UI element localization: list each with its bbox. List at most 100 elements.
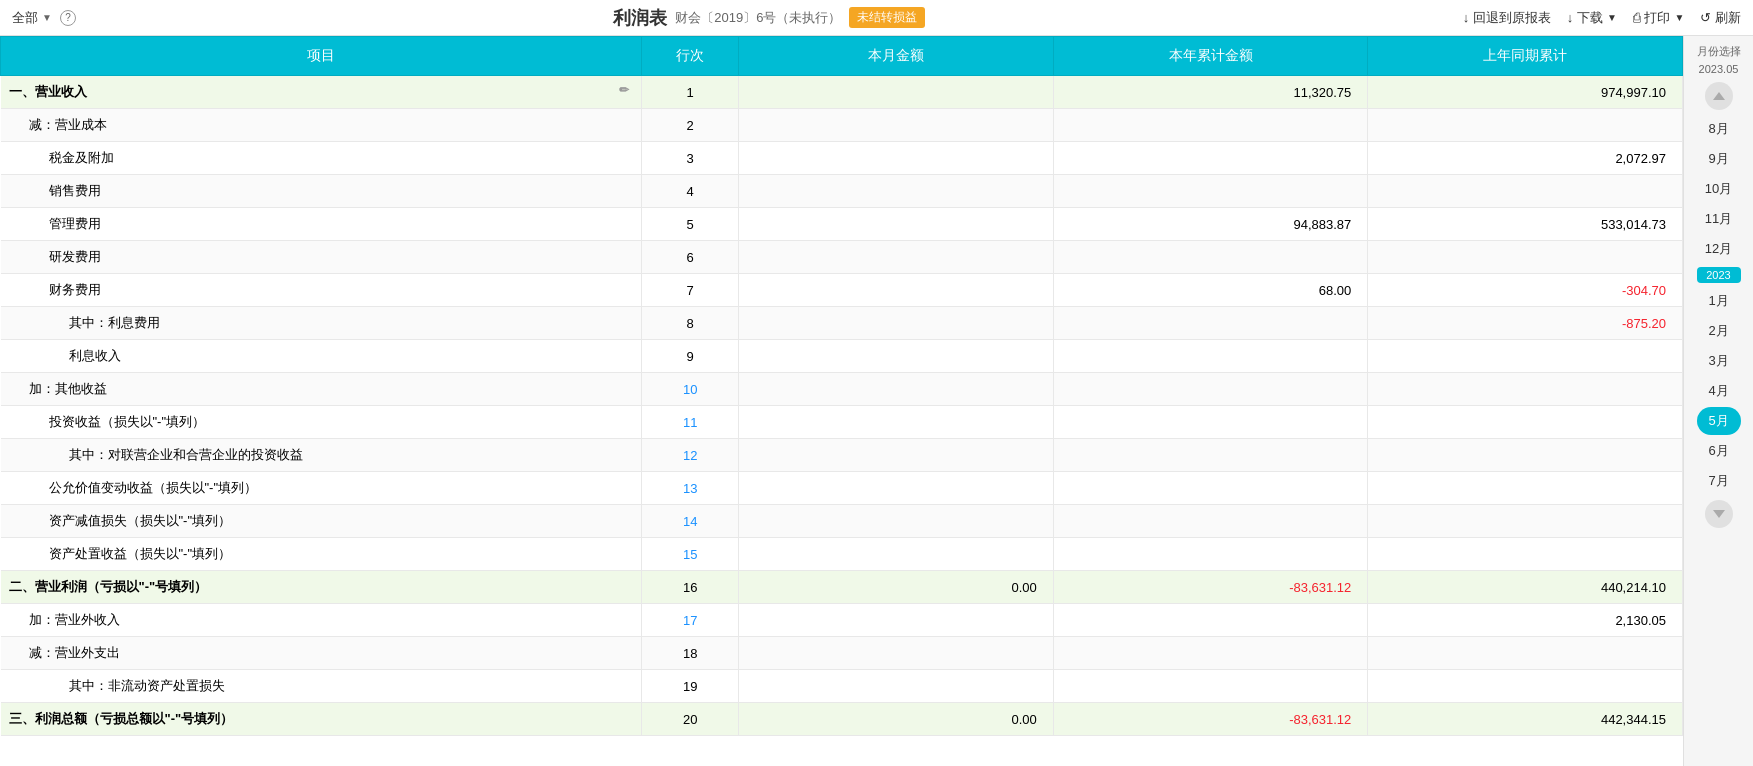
cell-ytd [1053, 505, 1368, 538]
cell-item: 管理费用 [1, 208, 642, 241]
table-row: 投资收益（损失以"-"填列）11 [1, 406, 1683, 439]
cell-ytd [1053, 175, 1368, 208]
cell-item: 公允价值变动收益（损失以"-"填列） [1, 472, 642, 505]
table-area[interactable]: 项目 行次 本月金额 本年累计金额 上年同期累计 一、营业收入✏111,320.… [0, 36, 1683, 766]
top-bar-right: ↓ 回退到原报表 ↓ 下载 ▼ ⎙ 打印 ▼ ↺ 刷新 [1463, 9, 1741, 27]
top-bar-center: 利润表 财会〔2019〕6号（未执行） 未结转损益 [613, 6, 925, 30]
cell-prev: 533,014.73 [1368, 208, 1683, 241]
download-arrow-icon: ▼ [1607, 12, 1617, 23]
cell-row-num: 2 [642, 109, 739, 142]
cell-item: 加：其他收益 [1, 373, 642, 406]
cell-current [739, 604, 1054, 637]
report-subtitle: 财会〔2019〕6号（未执行） [675, 9, 841, 27]
table-row: 资产处置收益（损失以"-"填列）15 [1, 538, 1683, 571]
month-item[interactable]: 1月 [1697, 287, 1741, 315]
cell-current [739, 670, 1054, 703]
month-item[interactable]: 6月 [1697, 437, 1741, 465]
cell-row-num: 5 [642, 208, 739, 241]
table-row: 公允价值变动收益（损失以"-"填列）13 [1, 472, 1683, 505]
cell-item: 资产减值损失（损失以"-"填列） [1, 505, 642, 538]
col-header-row: 行次 [642, 37, 739, 76]
back-label: ↓ 回退到原报表 [1463, 9, 1551, 27]
cell-ytd [1053, 340, 1368, 373]
cell-ytd [1053, 307, 1368, 340]
print-button[interactable]: ⎙ 打印 ▼ [1633, 9, 1685, 27]
cell-prev [1368, 538, 1683, 571]
month-year-label: 2023.05 [1699, 63, 1739, 75]
month-item[interactable]: 2023 [1697, 267, 1741, 283]
cell-item: 减：营业成本 [1, 109, 642, 142]
cell-prev [1368, 505, 1683, 538]
cell-item: 投资收益（损失以"-"填列） [1, 406, 642, 439]
table-row: 资产减值损失（损失以"-"填列）14 [1, 505, 1683, 538]
cell-ytd [1053, 670, 1368, 703]
cell-row-num[interactable]: 13 [642, 472, 739, 505]
month-item[interactable]: 10月 [1697, 175, 1741, 203]
month-item[interactable]: 11月 [1697, 205, 1741, 233]
cell-prev: 2,130.05 [1368, 604, 1683, 637]
download-button[interactable]: ↓ 下载 ▼ [1567, 9, 1617, 27]
month-item[interactable]: 7月 [1697, 467, 1741, 495]
cell-row-num[interactable]: 17 [642, 604, 739, 637]
help-icon[interactable]: ? [60, 10, 76, 26]
table-row: 三、利润总额（亏损总额以"-"号填列）200.00-83,631.12442,3… [1, 703, 1683, 736]
month-sidebar: 月份选择 2023.05 8月9月10月11月12月20231月2月3月4月5月… [1683, 36, 1753, 766]
cell-row-num: 7 [642, 274, 739, 307]
back-button[interactable]: ↓ 回退到原报表 [1463, 9, 1551, 27]
month-item[interactable]: 12月 [1697, 235, 1741, 263]
table-row: 加：其他收益10 [1, 373, 1683, 406]
cell-item: 三、利润总额（亏损总额以"-"号填列） [1, 703, 642, 736]
cell-row-num[interactable]: 14 [642, 505, 739, 538]
cell-prev [1368, 406, 1683, 439]
cell-row-num[interactable]: 12 [642, 439, 739, 472]
cell-ytd [1053, 241, 1368, 274]
cell-current [739, 406, 1054, 439]
top-bar-left: 全部 ▼ ? [12, 9, 76, 27]
month-item[interactable]: 3月 [1697, 347, 1741, 375]
cell-item: 其中：对联营企业和合营企业的投资收益 [1, 439, 642, 472]
cell-row-num[interactable]: 15 [642, 538, 739, 571]
cell-ytd [1053, 406, 1368, 439]
cell-item: 财务费用 [1, 274, 642, 307]
edit-icon[interactable]: ✏ [619, 83, 629, 97]
refresh-button[interactable]: ↺ 刷新 [1700, 9, 1741, 27]
cell-item: 其中：非流动资产处置损失 [1, 670, 642, 703]
table-row: 减：营业外支出18 [1, 637, 1683, 670]
cell-row-num: 6 [642, 241, 739, 274]
status-badge[interactable]: 未结转损益 [849, 7, 925, 28]
table-row: 管理费用594,883.87533,014.73 [1, 208, 1683, 241]
month-item[interactable]: 9月 [1697, 145, 1741, 173]
month-nav-down-button[interactable] [1705, 500, 1733, 528]
cell-row-num[interactable]: 11 [642, 406, 739, 439]
top-bar: 全部 ▼ ? 利润表 财会〔2019〕6号（未执行） 未结转损益 ↓ 回退到原报… [0, 0, 1753, 36]
month-nav-up-button[interactable] [1705, 82, 1733, 110]
cell-ytd [1053, 142, 1368, 175]
cell-current: 0.00 [739, 571, 1054, 604]
cell-prev [1368, 241, 1683, 274]
cell-item: 研发费用 [1, 241, 642, 274]
table-header-row: 项目 行次 本月金额 本年累计金额 上年同期累计 [1, 37, 1683, 76]
cell-current [739, 241, 1054, 274]
cell-current [739, 340, 1054, 373]
all-select-dropdown[interactable]: 全部 ▼ [12, 9, 52, 27]
cell-ytd [1053, 439, 1368, 472]
cell-row-num: 3 [642, 142, 739, 175]
month-item[interactable]: 5月 [1697, 407, 1741, 435]
cell-ytd: 68.00 [1053, 274, 1368, 307]
cell-row-num: 18 [642, 637, 739, 670]
month-item[interactable]: 8月 [1697, 115, 1741, 143]
table-row: 二、营业利润（亏损以"-"号填列）160.00-83,631.12440,214… [1, 571, 1683, 604]
cell-prev: 2,072.97 [1368, 142, 1683, 175]
month-item[interactable]: 4月 [1697, 377, 1741, 405]
cell-row-num[interactable]: 10 [642, 373, 739, 406]
col-header-prev: 上年同期累计 [1368, 37, 1683, 76]
cell-ytd [1053, 109, 1368, 142]
refresh-label: ↺ 刷新 [1700, 9, 1741, 27]
table-row: 其中：非流动资产处置损失19 [1, 670, 1683, 703]
cell-ytd [1053, 472, 1368, 505]
cell-row-num: 1 [642, 76, 739, 109]
table-row: 财务费用768.00-304.70 [1, 274, 1683, 307]
cell-prev [1368, 340, 1683, 373]
cell-current [739, 142, 1054, 175]
month-item[interactable]: 2月 [1697, 317, 1741, 345]
